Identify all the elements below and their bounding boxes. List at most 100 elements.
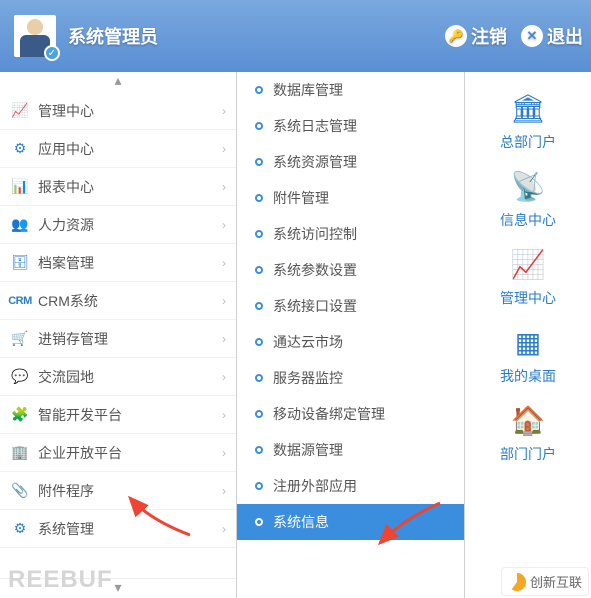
submenu-item-label: 附件管理 xyxy=(273,188,329,208)
mgmt-icon: 📈 xyxy=(508,244,548,284)
chevron-right-icon: › xyxy=(222,408,226,422)
gear-icon: ⚙ xyxy=(10,519,30,539)
submenu-item-label: 数据源管理 xyxy=(273,440,343,460)
submenu-item-label: 注册外部应用 xyxy=(273,476,357,496)
submenu-item-1[interactable]: 系统日志管理 xyxy=(237,108,464,144)
bullet-icon xyxy=(255,410,263,418)
submenu-item-6[interactable]: 系统接口设置 xyxy=(237,288,464,324)
header-bar: ✓ 系统管理员 注销 ✕ 退出 xyxy=(0,0,591,72)
sidebar-item-11[interactable]: ⚙ 系统管理 › xyxy=(0,510,236,548)
submenu-item-label: 服务器监控 xyxy=(273,368,343,388)
chevron-right-icon: › xyxy=(222,142,226,156)
chevron-right-icon: › xyxy=(222,446,226,460)
sidebar-item-1[interactable]: ⚙应用中心› xyxy=(0,130,236,168)
portal-item-label: 管理中心 xyxy=(500,288,556,308)
sidebar-item-label: 智能开发平台 xyxy=(38,405,122,425)
submenu-item-5[interactable]: 系统参数设置 xyxy=(237,252,464,288)
submenu-item-9[interactable]: 移动设备绑定管理 xyxy=(237,396,464,432)
user-avatar[interactable]: ✓ xyxy=(14,15,56,57)
logout-button[interactable]: 注销 xyxy=(445,23,507,49)
portal-panel: 🏛总部门户📡信息中心📈 管理中心 ▦ 我的桌面 🏠 部门门户 xyxy=(465,72,591,598)
submenu-item-11[interactable]: 注册外部应用 xyxy=(237,468,464,504)
chevron-right-icon: › xyxy=(222,256,226,270)
sidebar-item-2[interactable]: 📊 报表中心 › xyxy=(0,168,236,206)
bullet-icon xyxy=(255,266,263,274)
corner-logo-icon xyxy=(508,573,526,591)
chevron-right-icon: › xyxy=(222,104,226,118)
bullet-icon xyxy=(255,122,263,130)
main-sidebar: ▴ 📈管理中心›⚙应用中心›📊报表中心›👥人力资源›🗄档案管理›CRMCRM系统… xyxy=(0,72,237,598)
inventory-icon: 🛒 xyxy=(10,329,30,349)
report-icon: 📊 xyxy=(10,177,30,197)
corner-badge-text: 创新互联 xyxy=(530,572,582,591)
portal-item-4[interactable]: 🏠 部门门户 xyxy=(500,396,556,474)
sidebar-item-9[interactable]: 🏢企业开放平台› xyxy=(0,434,236,472)
enterprise-icon: 🏢 xyxy=(10,443,30,463)
sidebar-item-label: 报表中心 xyxy=(38,177,94,197)
chevron-right-icon: › xyxy=(222,180,226,194)
submenu-item-4[interactable]: 系统访问控制 xyxy=(237,216,464,252)
chevron-right-icon: › xyxy=(222,370,226,384)
dept-icon: 🏠 xyxy=(508,400,548,440)
sidebar-item-6[interactable]: 🛒进销存管理› xyxy=(0,320,236,358)
sidebar-item-5[interactable]: CRMCRM系统› xyxy=(0,282,236,320)
sidebar-item-8[interactable]: 🧩 智能开发平台 › xyxy=(0,396,236,434)
sidebar-item-label: 管理中心 xyxy=(38,101,94,121)
chart-icon: 📈 xyxy=(10,101,30,121)
sidebar-item-label: 应用中心 xyxy=(38,139,94,159)
exit-button[interactable]: ✕ 退出 xyxy=(521,23,583,49)
submenu-item-10[interactable]: 数据源管理 xyxy=(237,432,464,468)
archive-icon: 🗄 xyxy=(10,253,30,273)
sidebar-item-7[interactable]: 💬交流园地› xyxy=(0,358,236,396)
sidebar-item-label: 进销存管理 xyxy=(38,329,108,349)
desktop-icon: ▦ xyxy=(508,322,548,362)
username-label: 系统管理员 xyxy=(68,23,158,49)
portal-item-label: 我的桌面 xyxy=(500,366,556,386)
sidebar-collapse-handle[interactable]: ▴ xyxy=(0,72,236,92)
sidebar-item-label: 系统管理 xyxy=(38,519,94,539)
bullet-icon xyxy=(255,338,263,346)
submenu-item-7[interactable]: 通达云市场 xyxy=(237,324,464,360)
bullet-icon xyxy=(255,230,263,238)
chevron-right-icon: › xyxy=(222,522,226,536)
avatar-badge-icon: ✓ xyxy=(44,45,60,61)
attach-icon: 📎 xyxy=(10,481,30,501)
info-icon: 📡 xyxy=(508,166,548,206)
chevron-right-icon: › xyxy=(222,294,226,308)
dev-icon: 🧩 xyxy=(10,405,30,425)
submenu-item-label: 数据库管理 xyxy=(273,80,343,100)
portal-item-2[interactable]: 📈 管理中心 xyxy=(500,240,556,318)
sidebar-item-3[interactable]: 👥人力资源› xyxy=(0,206,236,244)
portal-item-label: 总部门户 xyxy=(500,132,556,152)
bullet-icon xyxy=(255,158,263,166)
submenu-item-label: 系统参数设置 xyxy=(273,260,357,280)
sidebar-item-10[interactable]: 📎附件程序› xyxy=(0,472,236,510)
sidebar-item-label: 档案管理 xyxy=(38,253,94,273)
submenu-item-label: 系统信息 xyxy=(273,512,329,532)
submenu-item-3[interactable]: 附件管理 xyxy=(237,180,464,216)
submenu-item-8[interactable]: 服务器监控 xyxy=(237,360,464,396)
sidebar-item-4[interactable]: 🗄 档案管理 › xyxy=(0,244,236,282)
sidebar-item-label: 人力资源 xyxy=(38,215,94,235)
portal-item-0[interactable]: 🏛总部门户 xyxy=(500,84,556,162)
submenu-item-label: 通达云市场 xyxy=(273,332,343,352)
submenu-item-label: 系统访问控制 xyxy=(273,224,357,244)
submenu-item-label: 系统资源管理 xyxy=(273,152,357,172)
sidebar-item-label: 附件程序 xyxy=(38,481,94,501)
submenu-item-12[interactable]: 系统信息 xyxy=(237,504,464,540)
hr-icon: 👥 xyxy=(10,215,30,235)
bullet-icon xyxy=(255,518,263,526)
crm-icon: CRM xyxy=(10,291,30,311)
portal-item-1[interactable]: 📡信息中心 xyxy=(500,162,556,240)
submenu-item-2[interactable]: 系统资源管理 xyxy=(237,144,464,180)
forum-icon: 💬 xyxy=(10,367,30,387)
submenu-item-0[interactable]: 数据库管理 xyxy=(237,72,464,108)
portal-item-3[interactable]: ▦ 我的桌面 xyxy=(500,318,556,396)
submenu-item-label: 系统接口设置 xyxy=(273,296,357,316)
portal-item-label: 部门门户 xyxy=(500,444,556,464)
sidebar-item-0[interactable]: 📈 管理中心 › xyxy=(0,92,236,130)
sidebar-expand-handle[interactable]: ▾ xyxy=(0,578,236,598)
submenu-item-label: 系统日志管理 xyxy=(273,116,357,136)
key-icon xyxy=(445,25,467,47)
corner-badge: 创新互联 xyxy=(501,567,589,596)
